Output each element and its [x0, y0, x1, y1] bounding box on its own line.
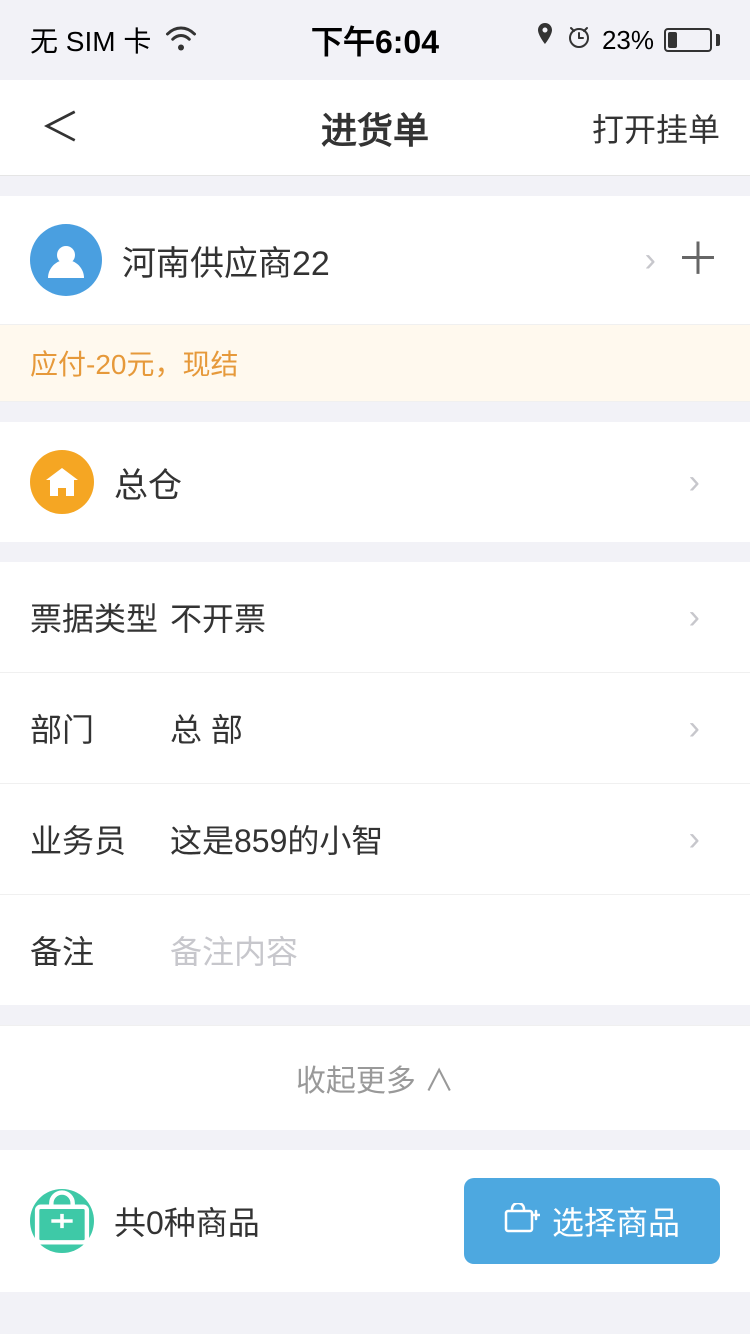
remark-input[interactable]: 备注内容: [170, 927, 720, 973]
status-time: 下午6:04: [311, 17, 439, 63]
invoice-type-value: 不开票: [170, 594, 689, 640]
collapse-section: 收起更多 ∧: [0, 1025, 750, 1130]
invoice-type-label: 票据类型: [30, 594, 170, 640]
salesman-label: 业务员: [30, 816, 170, 862]
remark-row[interactable]: 备注 备注内容: [0, 895, 750, 1005]
battery-percentage: 23%: [602, 25, 654, 56]
select-goods-label: 选择商品: [552, 1198, 680, 1244]
carrier-label: 无 SIM 卡: [30, 20, 151, 60]
add-button[interactable]: ＋: [676, 238, 720, 282]
warehouse-section: 总仓 ›: [0, 422, 750, 542]
supplier-chevron-icon: ›: [645, 241, 656, 280]
section-separator-2: [0, 402, 750, 422]
notice-text: 应付-20元，现结: [30, 349, 238, 380]
salesman-row[interactable]: 业务员 这是859的小智 ›: [0, 784, 750, 895]
salesman-chevron-icon: ›: [689, 820, 700, 859]
department-chevron-icon: ›: [689, 709, 700, 748]
select-goods-icon: [504, 1203, 540, 1239]
section-separator-1: [0, 176, 750, 196]
invoice-type-row[interactable]: 票据类型 不开票 ›: [0, 562, 750, 673]
open-hang-button[interactable]: 打开挂单: [592, 105, 720, 151]
status-right: 23%: [534, 23, 720, 58]
warehouse-icon: [30, 450, 94, 514]
goods-count-label: 共0种商品: [114, 1198, 464, 1244]
cart-icon: [30, 1189, 94, 1253]
invoice-type-chevron-icon: ›: [689, 598, 700, 637]
status-bar: 无 SIM 卡 下午6:04: [0, 0, 750, 80]
remark-label: 备注: [30, 927, 170, 973]
user-icon: [44, 238, 88, 282]
salesman-value: 这是859的小智: [170, 816, 689, 862]
battery-icon: [664, 28, 720, 52]
department-value: 总 部: [170, 705, 689, 751]
department-label: 部门: [30, 705, 170, 751]
supplier-name: 河南供应商22: [122, 236, 645, 285]
location-icon: [534, 23, 556, 58]
supplier-row[interactable]: 河南供应商22 › ＋: [0, 196, 750, 325]
main-content: 河南供应商22 › ＋ 应付-20元，现结 总仓 › 票据类型 不开票 ›: [0, 176, 750, 1334]
form-section: 票据类型 不开票 › 部门 总 部 › 业务员 这是859的小智 › 备注 备注…: [0, 562, 750, 1005]
warehouse-name: 总仓: [114, 458, 689, 507]
department-row[interactable]: 部门 总 部 ›: [0, 673, 750, 784]
status-left: 无 SIM 卡: [30, 20, 199, 60]
supplier-avatar: [30, 224, 102, 296]
page-title: 进货单: [321, 102, 429, 154]
nav-bar: ＜ 进货单 打开挂单: [0, 80, 750, 176]
warehouse-chevron-icon: ›: [689, 463, 700, 502]
supplier-section: 河南供应商22 › ＋ 应付-20元，现结: [0, 196, 750, 402]
alarm-icon: [566, 23, 592, 58]
collapse-button[interactable]: 收起更多 ∧: [296, 1065, 454, 1098]
goods-icon: [30, 1189, 94, 1253]
back-button[interactable]: ＜: [30, 98, 90, 158]
wifi-icon: [163, 23, 199, 58]
warehouse-row[interactable]: 总仓 ›: [0, 422, 750, 542]
bottom-section: 共0种商品 选择商品: [0, 1150, 750, 1292]
notice-bar: 应付-20元，现结: [0, 325, 750, 402]
house-icon: [44, 464, 80, 500]
select-goods-button[interactable]: 选择商品: [464, 1178, 720, 1264]
